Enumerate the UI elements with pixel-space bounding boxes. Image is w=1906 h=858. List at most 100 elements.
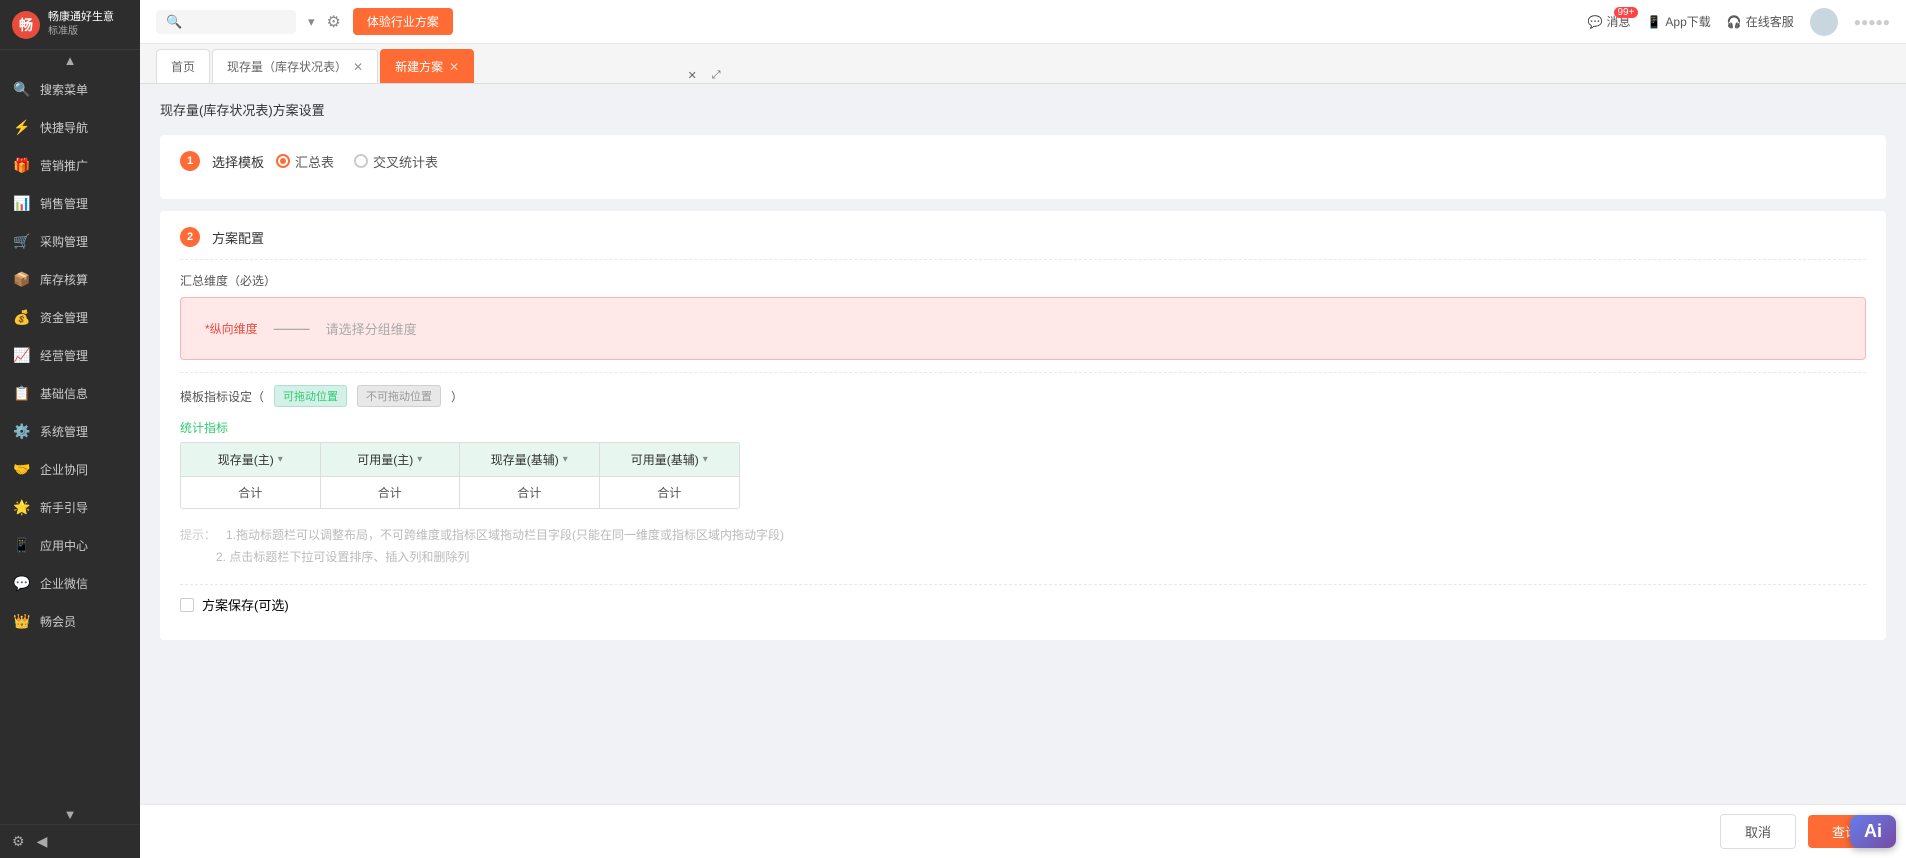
sidebar-item-system[interactable]: ⚙️ 系统管理 — [0, 412, 140, 450]
ai-fab-button[interactable]: Ai — [1850, 815, 1896, 848]
tab-home-label: 首页 — [171, 58, 195, 75]
tab-new-scheme-close[interactable]: ✕ — [449, 60, 459, 74]
col-header-2[interactable]: 现存量(基辅) ▾ — [460, 443, 600, 476]
username-label: ●●●●● — [1854, 15, 1890, 29]
tab-new-scheme[interactable]: 新建方案 ✕ — [380, 49, 474, 83]
sidebar-item-search[interactable]: 🔍 搜索菜单 — [0, 70, 140, 108]
sidebar-item-label: 营销推广 — [40, 157, 88, 174]
tip-title: 提示： 1.拖动标题栏可以调整布局，不可跨维度或指标区域拖动栏目字段(只能在同一… — [180, 525, 1866, 547]
col-header-1-label: 可用量(主) — [357, 451, 413, 468]
marketing-icon: 🎁 — [12, 155, 32, 175]
sidebar-item-wechat[interactable]: 💬 企业微信 — [0, 564, 140, 602]
sidebar-item-marketing[interactable]: 🎁 营销推广 — [0, 146, 140, 184]
user-avatar[interactable] — [1810, 8, 1838, 36]
radio-summary[interactable]: 汇总表 — [276, 152, 334, 171]
radio-cross-label: 交叉统计表 — [373, 152, 438, 171]
sidebar-item-label: 应用中心 — [40, 537, 88, 554]
message-badge: 99+ — [1614, 7, 1639, 18]
step1-card: 1 选择模板 汇总表 交叉统计表 — [160, 135, 1886, 199]
message-button[interactable]: 💬 消息 99+ — [1588, 13, 1631, 30]
online-service-button[interactable]: 🎧 在线客服 — [1727, 13, 1794, 30]
indicator-close-paren: ） — [451, 388, 463, 405]
required-label: *纵向维度 — [205, 320, 258, 337]
not-draggable-badge: 不可拖动位置 — [357, 385, 441, 407]
sidebar-logo: 畅 畅康通好生意 标准版 — [0, 0, 140, 50]
dimension-pink-box[interactable]: *纵向维度 —— 请选择分组维度 — [180, 297, 1866, 360]
sidebar-item-finance[interactable]: 💰 资金管理 — [0, 298, 140, 336]
dropdown-icon[interactable]: ▾ — [308, 14, 315, 30]
inventory-icon: 📦 — [12, 269, 32, 289]
sidebar-item-basic-info[interactable]: 📋 基础信息 — [0, 374, 140, 412]
gear-icon[interactable]: ⚙ — [327, 12, 341, 32]
search-icon: 🔍 — [12, 79, 32, 99]
search-input[interactable] — [188, 15, 278, 29]
col-header-0-label: 现存量(主) — [218, 451, 274, 468]
col-header-2-label: 现存量(基辅) — [491, 451, 559, 468]
sidebar-item-inventory[interactable]: 📦 库存核算 — [0, 260, 140, 298]
stat-cell-0: 合计 — [181, 477, 321, 508]
radio-cross-dot — [354, 154, 368, 168]
stat-table: 现存量(主) ▾ 可用量(主) ▾ 现存量(基辅) ▾ 可用量(基辅) — [180, 442, 740, 509]
cancel-button[interactable]: 取消 — [1720, 814, 1796, 849]
operations-icon: 📈 — [12, 345, 32, 365]
sidebar-item-label: 搜索菜单 — [40, 81, 88, 98]
close-window-button[interactable]: ✕ — [684, 67, 700, 83]
sidebar-nav: 🔍 搜索菜单 ⚡ 快捷导航 🎁 营销推广 📊 销售管理 🛒 采购管理 📦 库存核… — [0, 70, 140, 804]
logo-icon: 畅 — [12, 11, 40, 39]
sidebar-item-member[interactable]: 👑 畅会员 — [0, 602, 140, 640]
tab-inventory-status[interactable]: 现存量（库存状况表） ✕ — [212, 49, 378, 83]
settings-icon[interactable]: ⚙ — [12, 833, 25, 850]
sidebar-item-label: 经营管理 — [40, 347, 88, 364]
save-checkbox[interactable] — [180, 598, 194, 612]
industry-solution-button[interactable]: 体验行业方案 — [353, 8, 453, 35]
col-header-3-chevron: ▾ — [703, 454, 708, 465]
sidebar-item-new-guide[interactable]: 🌟 新手引导 — [0, 488, 140, 526]
col-header-3[interactable]: 可用量(基辅) ▾ — [600, 443, 740, 476]
page-title: 现存量(库存状况表)方案设置 — [160, 100, 1886, 119]
sidebar-item-operations[interactable]: 📈 经营管理 — [0, 336, 140, 374]
member-icon: 👑 — [12, 611, 32, 631]
sales-icon: 📊 — [12, 193, 32, 213]
tip-0: 1.拖动标题栏可以调整布局，不可跨维度或指标区域拖动栏目字段(只能在同一维度或指… — [226, 528, 784, 542]
step2-title: 方案配置 — [212, 228, 264, 247]
col-header-0[interactable]: 现存量(主) ▾ — [181, 443, 321, 476]
radio-cross[interactable]: 交叉统计表 — [354, 152, 438, 171]
sidebar-scroll-down[interactable]: ▼ — [0, 804, 140, 824]
window-controls: ✕ ⤢ — [484, 67, 724, 83]
arrow-label: —— — [274, 318, 310, 339]
tab-home[interactable]: 首页 — [156, 49, 210, 83]
search-box[interactable]: 🔍 — [156, 10, 296, 34]
template-radio-group: 汇总表 交叉统计表 — [276, 152, 438, 171]
divider1 — [180, 259, 1866, 260]
sidebar-item-sales[interactable]: 📊 销售管理 — [0, 184, 140, 222]
sidebar-item-quick-nav[interactable]: ⚡ 快捷导航 — [0, 108, 140, 146]
main-area: 🔍 ▾ ⚙ 体验行业方案 💬 消息 99+ 📱 App下载 🎧 在线客服 ●●●… — [140, 0, 1906, 858]
expand-window-button[interactable]: ⤢ — [708, 67, 724, 83]
stat-table-header: 现存量(主) ▾ 可用量(主) ▾ 现存量(基辅) ▾ 可用量(基辅) — [181, 443, 739, 476]
col-header-2-chevron: ▾ — [563, 454, 568, 465]
tab-new-scheme-label: 新建方案 — [395, 58, 443, 75]
col-header-1[interactable]: 可用量(主) ▾ — [321, 443, 461, 476]
radio-summary-label: 汇总表 — [295, 152, 334, 171]
search-icon: 🔍 — [166, 14, 182, 30]
divider2 — [180, 372, 1866, 373]
sidebar-item-cooperation[interactable]: 🤝 企业协同 — [0, 450, 140, 488]
step1-badge: 1 — [180, 151, 200, 171]
tips-section: 提示： 1.拖动标题栏可以调整布局，不可跨维度或指标区域拖动栏目字段(只能在同一… — [180, 525, 1866, 568]
tab-inventory-status-close[interactable]: ✕ — [353, 60, 363, 74]
stat-section-title: 统计指标 — [180, 419, 1866, 436]
app-download-label: App下载 — [1665, 13, 1710, 30]
save-row: 方案保存(可选) — [180, 584, 1866, 624]
step1-title: 选择模板 — [212, 152, 264, 171]
app-download-button[interactable]: 📱 App下载 — [1646, 13, 1710, 30]
logo-text: 畅康通好生意 标准版 — [48, 10, 114, 39]
sidebar-item-purchase[interactable]: 🛒 采购管理 — [0, 222, 140, 260]
sidebar-item-label: 系统管理 — [40, 423, 88, 440]
save-label: 方案保存(可选) — [202, 595, 289, 614]
sidebar-item-app-center[interactable]: 📱 应用中心 — [0, 526, 140, 564]
collapse-icon[interactable]: ◀ — [37, 833, 48, 850]
sidebar-scroll-up[interactable]: ▲ — [0, 50, 140, 70]
finance-icon: 💰 — [12, 307, 32, 327]
wechat-icon: 💬 — [12, 573, 32, 593]
action-bar: 取消 查询 — [140, 804, 1906, 858]
